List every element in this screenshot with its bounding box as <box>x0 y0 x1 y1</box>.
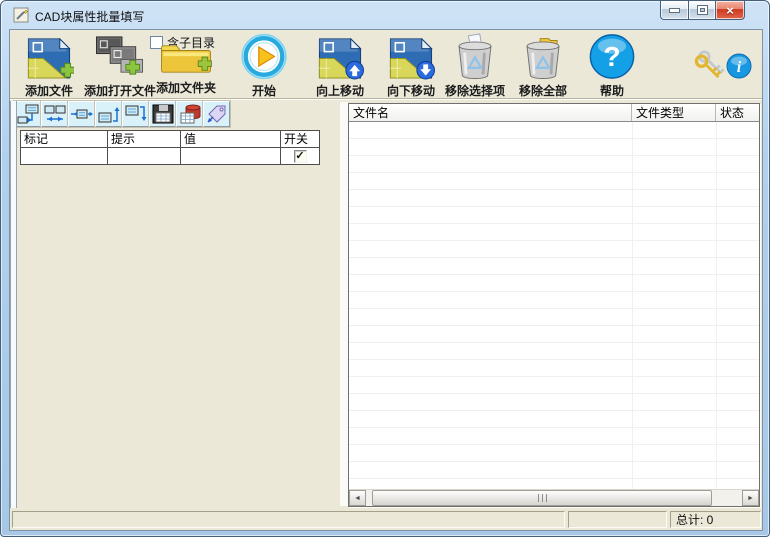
start-button[interactable]: 开始 <box>228 33 300 98</box>
add-file-icon <box>24 33 75 85</box>
switch-checkbox[interactable] <box>293 149 307 163</box>
info-icon: i <box>726 53 752 83</box>
help-button[interactable]: ? 帮助 <box>578 33 646 98</box>
start-icon <box>239 33 289 85</box>
start-label: 开始 <box>251 84 276 98</box>
main-toolbar: 添加文件 添加打开文件 含子目录 添加文件夹 开始 向上移动 向下移动 移除选择… <box>10 30 762 99</box>
cell-switch <box>281 148 319 164</box>
horizontal-scrollbar[interactable]: ◄ ► <box>349 489 759 506</box>
grid-line <box>632 122 633 489</box>
cell-mark[interactable] <box>21 148 108 164</box>
about-button[interactable]: i <box>726 53 752 84</box>
export-database-button[interactable] <box>176 101 203 127</box>
copy-attr-through-icon <box>70 109 93 119</box>
column-header-prompt[interactable]: 提示 <box>108 131 181 148</box>
copy-attr-left-button[interactable] <box>14 101 41 127</box>
status-total: 总计: 0 <box>670 511 761 528</box>
scrollbar-track[interactable] <box>366 490 742 506</box>
copy-attr-left-icon <box>17 104 38 124</box>
copy-attr-down-button[interactable] <box>122 101 149 127</box>
move-up-label: 向上移动 <box>315 84 364 98</box>
attribute-table-row[interactable] <box>21 148 319 164</box>
panel-splitter[interactable] <box>340 102 348 506</box>
add-open-files-icon <box>93 33 147 85</box>
move-up-button[interactable]: 向上移动 <box>304 33 376 98</box>
export-database-icon <box>180 104 200 124</box>
scrollbar-grip-icon <box>537 494 547 502</box>
scroll-right-icon: ► <box>747 494 754 502</box>
remove-selected-label: 移除选择项 <box>444 84 505 98</box>
copy-attr-swap-button[interactable] <box>41 101 68 127</box>
copy-attr-through-button[interactable] <box>68 101 95 127</box>
column-header-switch[interactable]: 开关 <box>281 131 319 148</box>
cell-prompt[interactable] <box>108 148 181 164</box>
add-folder-button[interactable]: 添加文件夹 <box>148 33 224 95</box>
cell-value[interactable] <box>181 148 281 164</box>
tag-edit-button[interactable] <box>203 101 230 127</box>
scroll-left-button[interactable]: ◄ <box>349 490 366 506</box>
minimize-button[interactable] <box>660 1 688 20</box>
add-open-files-label: 添加打开文件 <box>83 84 156 98</box>
keys-icon <box>694 50 726 84</box>
title-bar[interactable]: CAD块属性批量填写 × <box>1 1 769 29</box>
attribute-toolbar <box>14 101 230 128</box>
close-button[interactable]: × <box>716 1 745 20</box>
status-panel-2 <box>568 511 667 528</box>
caption-buttons: × <box>660 1 745 21</box>
remove-selected-icon <box>453 33 497 85</box>
scrollbar-thumb[interactable] <box>372 490 712 506</box>
status-panel-1 <box>12 511 565 528</box>
scroll-left-icon: ◄ <box>354 494 361 502</box>
column-header-mark[interactable]: 标记 <box>21 131 108 148</box>
grid-line <box>716 122 717 489</box>
app-icon <box>13 7 29 23</box>
scroll-right-button[interactable]: ► <box>742 490 759 506</box>
tag-edit-icon <box>206 105 225 123</box>
add-folder-label: 添加文件夹 <box>155 81 216 95</box>
status-bar: 总计: 0 <box>11 509 761 529</box>
remove-all-button[interactable]: 移除全部 <box>504 33 582 98</box>
file-list-body[interactable] <box>349 122 759 489</box>
attribute-table-header: 标记 提示 值 开关 <box>21 131 319 148</box>
move-up-icon <box>315 33 365 85</box>
svg-text:i: i <box>737 59 742 76</box>
remove-all-icon <box>521 33 565 85</box>
client-area: 添加文件 添加打开文件 含子目录 添加文件夹 开始 向上移动 向下移动 移除选择… <box>9 29 763 531</box>
add-file-button[interactable]: 添加文件 <box>10 33 88 98</box>
left-edge-strip <box>10 101 17 508</box>
file-list-header: 文件名 文件类型 状态 <box>349 104 759 122</box>
svg-text:?: ? <box>603 40 620 72</box>
save-table-icon <box>152 104 173 124</box>
move-down-label: 向下移动 <box>386 84 435 98</box>
column-header-status[interactable]: 状态 <box>716 104 759 121</box>
file-list-panel: 文件名 文件类型 状态 ◄ ► <box>348 103 760 507</box>
maximize-button[interactable] <box>688 1 716 20</box>
save-table-button[interactable] <box>149 101 176 127</box>
copy-attr-up-icon <box>98 107 119 123</box>
attribute-table: 标记 提示 值 开关 <box>20 130 320 165</box>
column-header-value[interactable]: 值 <box>181 131 281 148</box>
column-header-filetype[interactable]: 文件类型 <box>632 104 716 121</box>
help-icon: ? <box>588 33 636 85</box>
close-icon: × <box>726 2 734 18</box>
column-header-filename[interactable]: 文件名 <box>349 104 632 121</box>
app-window: CAD块属性批量填写 × 添加文件 添加打开文件 含子目录 添加文件夹 开始 向… <box>0 0 770 537</box>
move-down-icon <box>386 33 436 85</box>
add-folder-icon <box>157 43 215 80</box>
help-label: 帮助 <box>599 84 624 98</box>
copy-attr-swap-icon <box>44 105 65 122</box>
copy-attr-up-button[interactable] <box>95 101 122 127</box>
maximize-icon <box>697 6 707 14</box>
register-button[interactable] <box>694 50 726 85</box>
window-title: CAD块属性批量填写 <box>35 10 145 24</box>
add-file-label: 添加文件 <box>24 84 73 98</box>
copy-attr-down-icon <box>125 105 146 121</box>
minimize-icon <box>670 8 679 12</box>
remove-all-label: 移除全部 <box>518 84 567 98</box>
